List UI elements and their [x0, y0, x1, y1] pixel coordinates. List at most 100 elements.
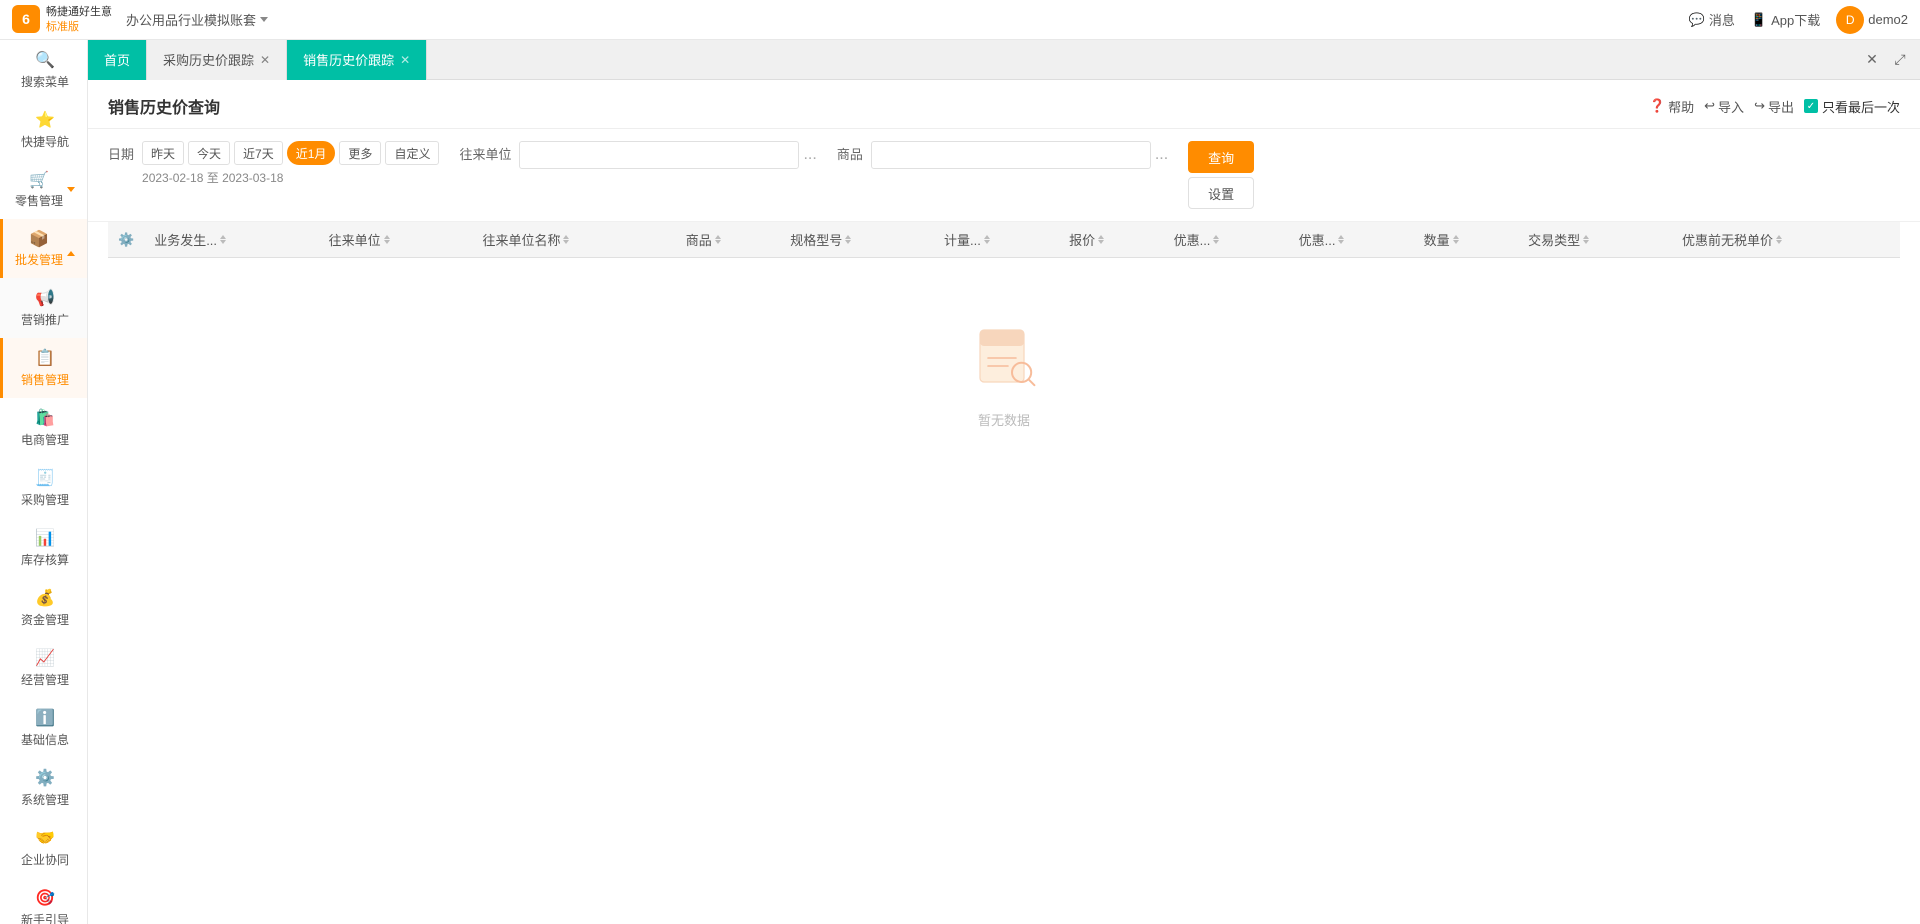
- tab-bar-actions: ✕ ⤢: [1860, 48, 1920, 72]
- th-quote[interactable]: 报价: [1059, 222, 1163, 258]
- th-discount2[interactable]: 优惠...: [1289, 222, 1414, 258]
- sales-mgmt-icon: 📋: [35, 348, 55, 368]
- sidebar-item-marketing[interactable]: 📢 营销推广: [0, 278, 87, 338]
- sidebar-item-label: 资金管理: [21, 611, 69, 628]
- sidebar-item-basic[interactable]: ℹ️ 基础信息: [0, 698, 87, 758]
- wholesale-icon: 📦: [29, 229, 49, 249]
- tab-sales-history[interactable]: 销售历史价跟踪 ✕: [287, 40, 427, 80]
- th-discount1[interactable]: 优惠...: [1164, 222, 1289, 258]
- purchase-icon: 🧾: [35, 468, 55, 488]
- sort-icon: [563, 235, 569, 244]
- th-gear[interactable]: ⚙️: [108, 222, 144, 258]
- tab-home-label: 首页: [104, 50, 130, 69]
- date-btn-more[interactable]: 更多: [339, 141, 381, 165]
- date-btn-custom[interactable]: 自定义: [385, 141, 439, 165]
- product-input[interactable]: [871, 141, 1151, 169]
- supplier-label: 往来单位: [459, 141, 511, 169]
- sidebar-item-operations[interactable]: 📈 经营管理: [0, 638, 87, 698]
- th-product[interactable]: 商品: [676, 222, 780, 258]
- sidebar-item-newguide[interactable]: 🎯 新手引导: [0, 878, 87, 924]
- help-label: 帮助: [1668, 97, 1694, 116]
- product-label: 商品: [837, 141, 863, 169]
- sort-icon: [1338, 235, 1344, 244]
- th-partner-name[interactable]: 往来单位名称: [472, 222, 675, 258]
- th-pretax-price[interactable]: 优惠前无税单价: [1672, 222, 1900, 258]
- th-quantity[interactable]: 数量: [1414, 222, 1518, 258]
- sidebar-item-label: 电商管理: [21, 431, 69, 448]
- tab-bar: 首页 采购历史价跟踪 ✕ 销售历史价跟踪 ✕ ✕ ⤢: [88, 40, 1920, 80]
- collab-icon: 🤝: [35, 828, 55, 848]
- top-bar: 6 畅捷通好生意 标准版 办公用品行业模拟账套 💬 消息 📱 App下载 D d…: [0, 0, 1920, 40]
- sidebar-item-ecommerce[interactable]: 🛍️ 电商管理: [0, 398, 87, 458]
- sidebar-item-label: 零售管理: [15, 192, 63, 209]
- sidebar-item-retail[interactable]: 🛒 零售管理: [0, 160, 87, 219]
- content-area: 首页 采购历史价跟踪 ✕ 销售历史价跟踪 ✕ ✕ ⤢ 销售历史价查询: [88, 40, 1920, 924]
- sidebar-item-finance[interactable]: 💰 资金管理: [0, 578, 87, 638]
- app-download-action[interactable]: 📱 App下载: [1751, 10, 1820, 29]
- sidebar-item-label: 企业协同: [21, 851, 69, 868]
- th-spec[interactable]: 规格型号: [780, 222, 934, 258]
- tab-purchase-history-label: 采购历史价跟踪: [163, 50, 254, 69]
- date-btn-7days[interactable]: 近7天: [234, 141, 283, 165]
- sidebar-item-inventory[interactable]: 📊 库存核算: [0, 518, 87, 578]
- page-header: 销售历史价查询 ❓ 帮助 ↩ 导入 ↪ 导出: [88, 80, 1920, 129]
- export-action[interactable]: ↪ 导出: [1754, 97, 1794, 116]
- tab-fullscreen-button[interactable]: ⤢: [1888, 48, 1912, 72]
- system-icon: ⚙️: [35, 768, 55, 788]
- logo-text-block: 畅捷通好生意 标准版: [46, 5, 112, 33]
- top-bar-right: 💬 消息 📱 App下载 D demo2: [1689, 6, 1908, 34]
- sidebar-item-label: 新手引导: [21, 911, 69, 924]
- basic-icon: ℹ️: [35, 708, 55, 728]
- only-last-label: 只看最后一次: [1822, 97, 1900, 116]
- date-btn-yesterday[interactable]: 昨天: [142, 141, 184, 165]
- tab-purchase-history[interactable]: 采购历史价跟踪 ✕: [147, 40, 287, 80]
- product-dots-icon[interactable]: ...: [1155, 141, 1168, 169]
- tab-purchase-history-close-icon[interactable]: ✕: [260, 53, 270, 67]
- sort-icon: [1776, 235, 1782, 244]
- sidebar-item-system[interactable]: ⚙️ 系统管理: [0, 758, 87, 818]
- finance-icon: 💰: [35, 588, 55, 608]
- date-btn-today[interactable]: 今天: [188, 141, 230, 165]
- retail-icon: 🛒: [29, 170, 49, 190]
- settings-button[interactable]: 设置: [1188, 177, 1254, 209]
- tab-home[interactable]: 首页: [88, 40, 147, 80]
- page-content: 销售历史价查询 ❓ 帮助 ↩ 导入 ↪ 导出: [88, 80, 1920, 924]
- sidebar-item-collab[interactable]: 🤝 企业协同: [0, 818, 87, 878]
- sidebar-item-wholesale[interactable]: 📦 批发管理: [0, 219, 87, 278]
- app-download-label: App下载: [1771, 10, 1820, 29]
- th-trade-type[interactable]: 交易类型: [1518, 222, 1672, 258]
- only-last-checkbox-label[interactable]: ✓ 只看最后一次: [1804, 97, 1900, 116]
- wholesale-expand-icon: [67, 251, 75, 256]
- import-action[interactable]: ↩ 导入: [1704, 97, 1744, 116]
- workspace-selector[interactable]: 办公用品行业模拟账套: [120, 8, 274, 31]
- help-action[interactable]: ❓ 帮助: [1649, 97, 1694, 116]
- th-partner-code[interactable]: 往来单位: [319, 222, 473, 258]
- message-label: 消息: [1709, 10, 1735, 29]
- supplier-input-group: ...: [519, 141, 816, 169]
- th-biz-date[interactable]: 业务发生...: [144, 222, 318, 258]
- sort-icon: [1098, 235, 1104, 244]
- operations-icon: 📈: [35, 648, 55, 668]
- tab-sales-history-close-icon[interactable]: ✕: [400, 53, 410, 67]
- query-button[interactable]: 查询: [1188, 141, 1254, 173]
- search-icon: 🔍: [35, 50, 55, 70]
- sidebar-item-search[interactable]: 🔍 搜索菜单: [0, 40, 87, 100]
- export-label: 导出: [1768, 97, 1794, 116]
- user-profile[interactable]: D demo2: [1836, 6, 1908, 34]
- shortcut-icon: ⭐: [35, 110, 55, 130]
- message-action[interactable]: 💬 消息: [1689, 10, 1735, 29]
- supplier-dots-icon[interactable]: ...: [803, 141, 816, 169]
- date-btn-row: 昨天 今天 近7天 近1月 更多 自定义: [142, 141, 439, 165]
- tab-close-all-button[interactable]: ✕: [1860, 48, 1884, 72]
- th-unit[interactable]: 计量...: [934, 222, 1059, 258]
- sidebar-item-purchase[interactable]: 🧾 采购管理: [0, 458, 87, 518]
- date-btn-1month[interactable]: 近1月: [287, 141, 336, 165]
- sidebar-item-shortcut[interactable]: ⭐ 快捷导航: [0, 100, 87, 160]
- user-name: demo2: [1868, 12, 1908, 27]
- date-filter-label: 日期: [108, 141, 134, 169]
- supplier-input[interactable]: [519, 141, 799, 169]
- avatar: D: [1836, 6, 1864, 34]
- only-last-checkbox[interactable]: ✓: [1804, 99, 1818, 113]
- date-filter-group: 日期 昨天 今天 近7天 近1月 更多 自定义 2023-02-18 至 202…: [108, 141, 439, 186]
- sidebar-item-sales-mgmt[interactable]: 📋 销售管理: [0, 338, 87, 398]
